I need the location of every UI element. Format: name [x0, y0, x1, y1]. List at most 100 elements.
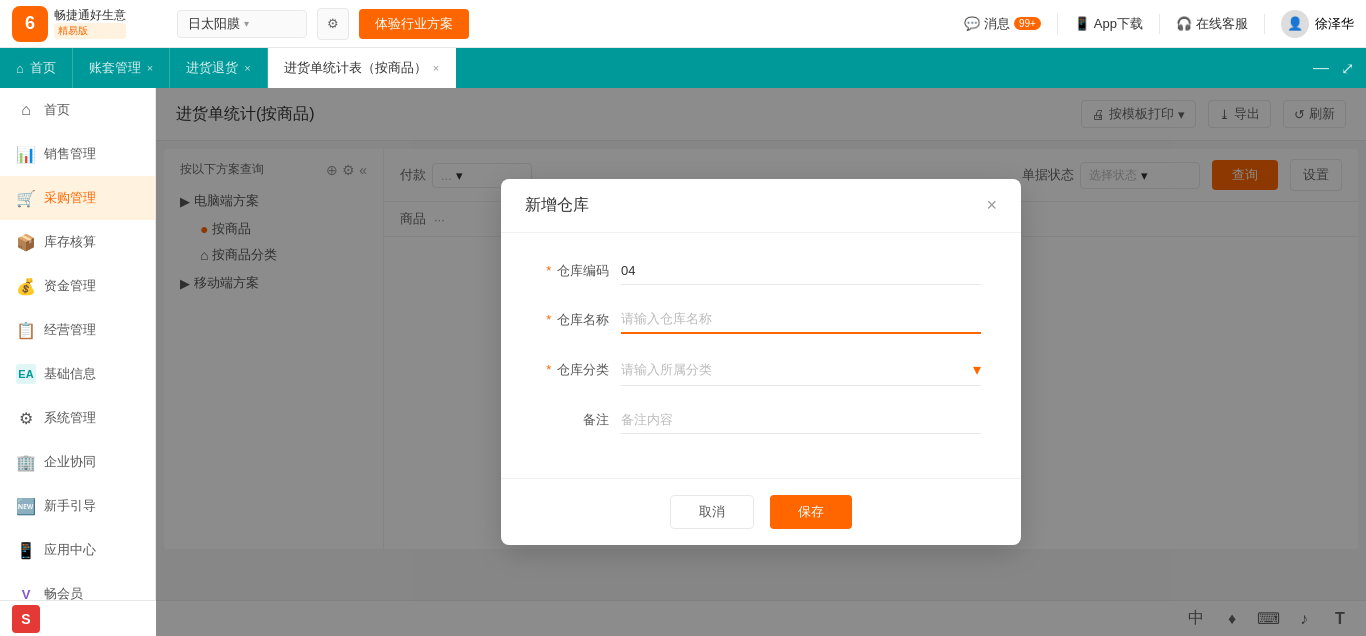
tab-purchase-stats-close[interactable]: × [433, 62, 439, 74]
tab-minimize-icon[interactable]: — [1309, 59, 1333, 77]
modal-overlay: 新增仓库 × * 仓库编码 * [156, 88, 1366, 636]
user-info[interactable]: 👤 徐泽华 [1281, 10, 1354, 38]
content-area: 进货单统计(按商品) 🖨 按模板打印 ▾ ⤓ 导出 ↺ 刷新 [156, 88, 1366, 636]
note-label: 备注 [541, 411, 621, 429]
cancel-button[interactable]: 取消 [670, 495, 754, 529]
purchase-icon: 🛒 [16, 188, 36, 208]
settings-button[interactable]: ⚙ [317, 8, 349, 40]
sidebar-item-system-label: 系统管理 [44, 409, 96, 427]
sidebar-item-inventory[interactable]: 📦 库存核算 [0, 220, 155, 264]
sidebar: ⌂ 首页 📊 销售管理 🛒 采购管理 📦 库存核算 💰 资金管理 📋 经营管理 … [0, 88, 156, 636]
form-row-name: * 仓库名称 [541, 305, 981, 334]
sidebar-item-guide-label: 新手引导 [44, 497, 96, 515]
online-service-label: 在线客服 [1196, 15, 1248, 33]
category-label: * 仓库分类 [541, 361, 621, 379]
sidebar-item-guide[interactable]: 🆕 新手引导 [0, 484, 155, 528]
sidebar-item-home[interactable]: ⌂ 首页 [0, 88, 155, 132]
tab-purchase-return[interactable]: 进货退货 × [170, 48, 267, 88]
sidebar-item-basic[interactable]: EA 基础信息 [0, 352, 155, 396]
username: 徐泽华 [1315, 15, 1354, 33]
main-layout: ⌂ 首页 📊 销售管理 🛒 采购管理 📦 库存核算 💰 资金管理 📋 经营管理 … [0, 88, 1366, 636]
sidebar-item-apps[interactable]: 📱 应用中心 [0, 528, 155, 572]
message-icon: 💬 [964, 16, 980, 31]
form-row-note: 备注 [541, 406, 981, 434]
guide-icon: 🆕 [16, 496, 36, 516]
trial-button[interactable]: 体验行业方案 [359, 9, 469, 39]
user-avatar: 👤 [1281, 10, 1309, 38]
modal-title: 新增仓库 [525, 195, 589, 216]
sales-icon: 📊 [16, 144, 36, 164]
phone-icon: 📱 [1074, 16, 1090, 31]
name-label: * 仓库名称 [541, 311, 621, 329]
sidebar-item-enterprise[interactable]: 🏢 企业协同 [0, 440, 155, 484]
sidebar-item-finance-label: 资金管理 [44, 277, 96, 295]
home-icon: ⌂ [16, 61, 24, 76]
tab-accounts[interactable]: 账套管理 × [73, 48, 170, 88]
sidebar-item-finance[interactable]: 💰 资金管理 [0, 264, 155, 308]
modal-close-button[interactable]: × [986, 195, 997, 216]
sidebar-item-system[interactable]: ⚙ 系统管理 [0, 396, 155, 440]
inventory-icon: 📦 [16, 232, 36, 252]
save-button[interactable]: 保存 [770, 495, 852, 529]
logo-area: 6 畅捷通好生意 精易版 [12, 6, 167, 42]
operation-icon: 📋 [16, 320, 36, 340]
sidebar-item-purchase[interactable]: 🛒 采购管理 [0, 176, 155, 220]
app-name: 畅捷通好生意 [54, 8, 126, 24]
sidebar-item-operation-label: 经营管理 [44, 321, 96, 339]
app-badge: 精易版 [54, 23, 126, 39]
modal-body: * 仓库编码 * 仓库名称 [501, 233, 1021, 478]
system-icon: ⚙ [16, 408, 36, 428]
sidebar-item-sales[interactable]: 📊 销售管理 [0, 132, 155, 176]
modal-header: 新增仓库 × [501, 179, 1021, 233]
sidebar-item-purchase-label: 采购管理 [44, 189, 96, 207]
header-right: 💬 消息 99+ 📱 App下载 🎧 在线客服 👤 徐泽华 [964, 10, 1354, 38]
category-arrow-icon: ▾ [973, 360, 981, 379]
message-label: 消息 [984, 15, 1010, 33]
basic-icon: EA [16, 364, 36, 384]
message-badge: 99+ [1014, 17, 1041, 30]
code-input[interactable] [621, 257, 981, 285]
tab-purchase-stats[interactable]: 进货单统计表（按商品） × [268, 48, 456, 88]
note-input[interactable] [621, 406, 981, 434]
message-group[interactable]: 💬 消息 99+ [964, 15, 1041, 33]
form-row-code: * 仓库编码 [541, 257, 981, 285]
online-service-group[interactable]: 🎧 在线客服 [1176, 15, 1248, 33]
sidebar-item-sales-label: 销售管理 [44, 145, 96, 163]
sidebar-item-enterprise-label: 企业协同 [44, 453, 96, 471]
tab-home-label: 首页 [30, 59, 56, 77]
sidebar-item-operation[interactable]: 📋 经营管理 [0, 308, 155, 352]
enterprise-icon: 🏢 [16, 452, 36, 472]
tab-purchase-stats-label: 进货单统计表（按商品） [284, 59, 427, 77]
sidebar-item-home-label: 首页 [44, 101, 70, 119]
sidebar-item-apps-label: 应用中心 [44, 541, 96, 559]
tab-bar: ⌂ 首页 账套管理 × 进货退货 × 进货单统计表（按商品） × — ⤢ [0, 48, 1366, 88]
code-label: * 仓库编码 [541, 262, 621, 280]
store-name: 日太阳膜 [188, 15, 240, 33]
name-input[interactable] [621, 305, 981, 334]
finance-icon: 💰 [16, 276, 36, 296]
tab-home[interactable]: ⌂ 首页 [0, 48, 73, 88]
home-icon: ⌂ [16, 100, 36, 120]
category-select[interactable]: 请输入所属分类 ▾ [621, 354, 981, 386]
modal-footer: 取消 保存 [501, 478, 1021, 545]
chevron-down-icon: ▾ [244, 18, 249, 29]
tab-accounts-label: 账套管理 [89, 59, 141, 77]
apps-icon: 📱 [16, 540, 36, 560]
sidebar-item-inventory-label: 库存核算 [44, 233, 96, 251]
app-download-label: App下载 [1094, 15, 1143, 33]
s-logo: S [12, 605, 40, 633]
store-selector[interactable]: 日太阳膜 ▾ [177, 10, 307, 38]
tab-purchase-return-close[interactable]: × [244, 62, 250, 74]
divider [1057, 14, 1058, 34]
divider2 [1159, 14, 1160, 34]
tab-accounts-close[interactable]: × [147, 62, 153, 74]
top-header: 6 畅捷通好生意 精易版 日太阳膜 ▾ ⚙ 体验行业方案 💬 消息 99+ 📱 … [0, 0, 1366, 48]
app-download-group[interactable]: 📱 App下载 [1074, 15, 1143, 33]
tab-expand-icon[interactable]: ⤢ [1337, 59, 1358, 78]
sidebar-item-basic-label: 基础信息 [44, 365, 96, 383]
add-warehouse-modal: 新增仓库 × * 仓库编码 * [501, 179, 1021, 545]
headset-icon: 🎧 [1176, 16, 1192, 31]
form-row-category: * 仓库分类 请输入所属分类 ▾ [541, 354, 981, 386]
app-logo: 6 [12, 6, 48, 42]
divider3 [1264, 14, 1265, 34]
